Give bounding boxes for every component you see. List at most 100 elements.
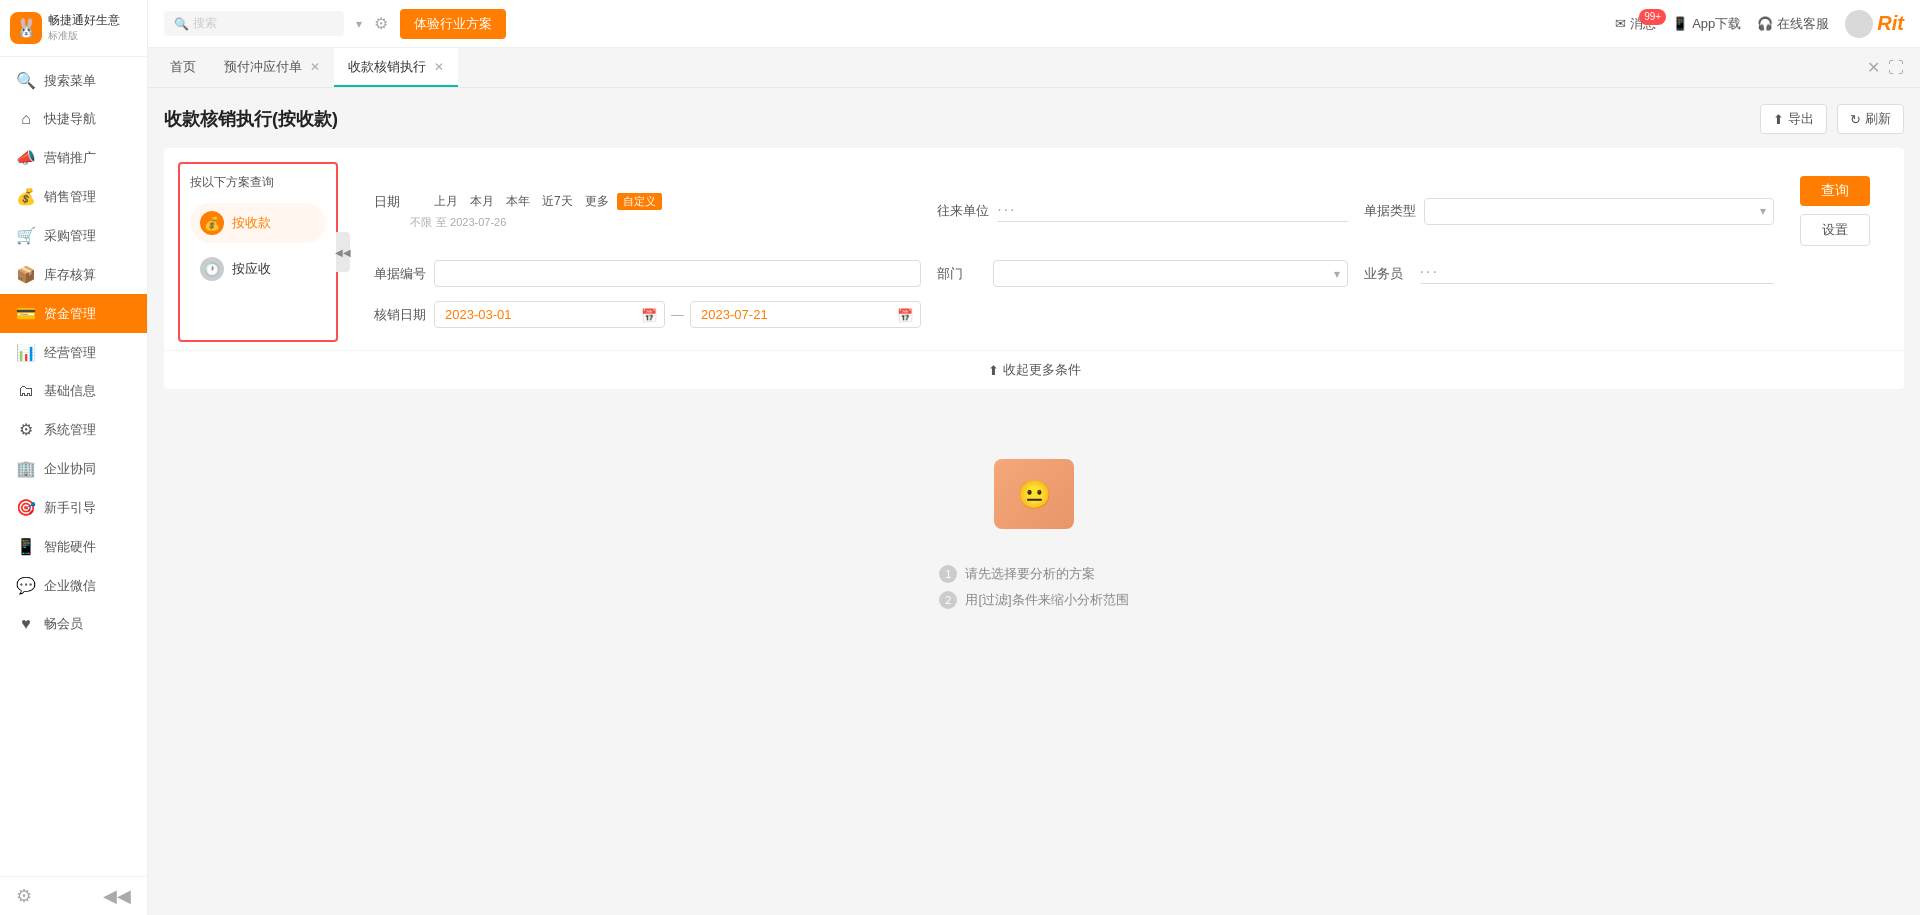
sidebar-item-vip[interactable]: ♥ 畅会员 — [0, 605, 147, 643]
date-7days[interactable]: 近7天 — [538, 192, 577, 211]
sidebar-item-search[interactable]: 🔍 搜索菜单 — [0, 61, 147, 100]
online-service-btn[interactable]: 🎧 在线客服 — [1757, 15, 1829, 33]
verify-start-wrap: 📅 — [434, 301, 665, 328]
sidebar-item-finance[interactable]: 💳 资金管理 — [0, 294, 147, 333]
collapse-more-label: 收起更多条件 — [1003, 361, 1081, 379]
header-search[interactable]: 🔍 搜索 — [164, 11, 344, 36]
tab-label: 预付冲应付单 — [224, 58, 302, 76]
sidebar-item-ops[interactable]: 📊 经营管理 — [0, 333, 147, 372]
search-placeholder: 搜索 — [193, 15, 217, 32]
message-icon: ✉ — [1615, 16, 1626, 31]
sidebar-menu: 🔍 搜索菜单 ⌂ 快捷导航 📣 营销推广 💰 销售管理 🛒 采购管理 📦 库存核… — [0, 57, 147, 876]
dept-select[interactable] — [993, 260, 1347, 287]
empty-box: 😐 — [994, 459, 1074, 529]
expand-tab-icon[interactable]: ⛶ — [1888, 59, 1904, 77]
sidebar-item-basic[interactable]: 🗂 基础信息 — [0, 372, 147, 410]
hint-text-2: 用[过滤]条件来缩小分析范围 — [965, 591, 1128, 609]
date-limit-to: 至 2023-07-26 — [436, 215, 506, 230]
salesman-dots[interactable]: ··· — [1420, 263, 1439, 280]
collapse-sidebar-icon[interactable]: ◀◀ — [103, 885, 131, 907]
filter-row-1: 日期 上月 本月 本年 近7天 更多 自定义 — [374, 176, 1870, 246]
receipt-option-label: 按收款 — [232, 214, 271, 232]
sidebar-item-marketing[interactable]: 📣 营销推广 — [0, 138, 147, 177]
sidebar-item-label: 系统管理 — [44, 421, 96, 439]
filter-top: 按以下方案查询 💰 按收款 🕐 按应收 ◀◀ — [164, 148, 1904, 342]
date-more[interactable]: 更多 — [581, 192, 613, 211]
top-header: 🔍 搜索 ▾ ⚙ 体验行业方案 ✉ 消息 99+ 📱 App下载 🎧 在线客服 … — [148, 0, 1920, 48]
sidebar-item-purchase[interactable]: 🛒 采购管理 — [0, 216, 147, 255]
message-btn[interactable]: ✉ 消息 99+ — [1615, 15, 1656, 33]
setting-button[interactable]: 设置 — [1800, 214, 1870, 246]
export-button[interactable]: ⬆ 导出 — [1760, 104, 1827, 134]
logo-badge: 标准版 — [48, 29, 120, 43]
app-download-btn[interactable]: 📱 App下载 — [1672, 15, 1741, 33]
verify-date-label: 核销日期 — [374, 306, 426, 324]
sidebar-item-inventory[interactable]: 📦 库存核算 — [0, 255, 147, 294]
date-this-year[interactable]: 本年 — [502, 192, 534, 211]
date-custom[interactable]: 自定义 — [617, 193, 662, 210]
user-info[interactable]: Rit — [1845, 10, 1904, 38]
filter-left-panel: 按以下方案查询 💰 按收款 🕐 按应收 ◀◀ — [178, 162, 338, 342]
tab-label: 收款核销执行 — [348, 58, 426, 76]
settings-bottom-icon[interactable]: ⚙ — [16, 885, 32, 907]
salesman-field: 业务员 ··· — [1364, 263, 1774, 284]
filter-row-2: 单据编号 部门 ▾ — [374, 260, 1870, 287]
hint-num-1: 1 — [939, 565, 957, 583]
sidebar-item-label: 搜索菜单 — [44, 72, 96, 90]
date-field: 日期 上月 本月 本年 近7天 更多 自定义 — [374, 192, 921, 230]
sidebar-logo: 🐰 畅捷通好生意 标准版 — [0, 0, 147, 57]
sidebar-item-label: 畅会员 — [44, 615, 83, 633]
avatar — [1845, 10, 1873, 38]
gear-icon: ⚙ — [16, 420, 36, 439]
phone-icon: 📱 — [16, 537, 36, 556]
tab-close-receipt[interactable]: ✕ — [434, 60, 444, 74]
date-this-month[interactable]: 本月 — [466, 192, 498, 211]
close-tab-icon[interactable]: ✕ — [1867, 58, 1880, 77]
sidebar-item-label: 资金管理 — [44, 305, 96, 323]
sidebar-item-sales[interactable]: 💰 销售管理 — [0, 177, 147, 216]
dept-field: 部门 ▾ — [937, 260, 1347, 287]
bill-type-select[interactable] — [1424, 198, 1774, 225]
sidebar-item-guide[interactable]: 🎯 新手引导 — [0, 488, 147, 527]
tab-actions: ✕ ⛶ — [1867, 58, 1912, 77]
collapse-panel-btn[interactable]: ◀◀ — [336, 232, 350, 272]
sidebar-item-corp[interactable]: 🏢 企业协同 — [0, 449, 147, 488]
verify-date-end[interactable] — [690, 301, 921, 328]
tab-receipt[interactable]: 收款核销执行 ✕ — [334, 48, 458, 87]
refresh-button[interactable]: ↻ 刷新 — [1837, 104, 1904, 134]
chat-icon: 💬 — [16, 576, 36, 595]
date-label: 日期 — [374, 193, 422, 211]
tab-home[interactable]: 首页 — [156, 48, 210, 87]
filter-option-by-receipt[interactable]: 💰 按收款 — [190, 203, 326, 243]
app-icon: 📱 — [1672, 16, 1688, 31]
service-label: 在线客服 — [1777, 15, 1829, 33]
sidebar-item-label: 销售管理 — [44, 188, 96, 206]
collapse-chevron-icon: ⬆ — [988, 363, 999, 378]
receipt-option-icon: 💰 — [200, 211, 224, 235]
empty-face-icon: 😐 — [1017, 478, 1052, 511]
sidebar-item-wechat[interactable]: 💬 企业微信 — [0, 566, 147, 605]
filter-option-by-receivable[interactable]: 🕐 按应收 — [190, 249, 326, 289]
cart-icon: 🛒 — [16, 226, 36, 245]
chevron-down-icon[interactable]: ▾ — [356, 17, 362, 31]
partner-label: 往来单位 — [937, 202, 989, 220]
sidebar-item-nav[interactable]: ⌂ 快捷导航 — [0, 100, 147, 138]
collapse-more-btn[interactable]: ⬆ 收起更多条件 — [988, 361, 1081, 379]
tab-close-prepay[interactable]: ✕ — [310, 60, 320, 74]
partner-dots[interactable]: ··· — [997, 201, 1016, 218]
query-button[interactable]: 查询 — [1800, 176, 1870, 206]
action-buttons: 查询 设置 — [1790, 176, 1870, 246]
industry-btn[interactable]: 体验行业方案 — [400, 9, 506, 39]
gear-settings-icon[interactable]: ⚙ — [374, 14, 388, 33]
filter-row-3: 核销日期 📅 — 📅 — [374, 301, 1870, 328]
date-limit: 不限 — [410, 215, 432, 230]
verify-date-start[interactable] — [434, 301, 665, 328]
refresh-label: 刷新 — [1865, 110, 1891, 128]
sidebar-item-system[interactable]: ⚙ 系统管理 — [0, 410, 147, 449]
header-right: ✉ 消息 99+ 📱 App下载 🎧 在线客服 Rit — [1615, 10, 1904, 38]
date-last-month[interactable]: 上月 — [430, 192, 462, 211]
export-icon: ⬆ — [1773, 112, 1784, 127]
sidebar-item-hardware[interactable]: 📱 智能硬件 — [0, 527, 147, 566]
bill-no-input[interactable] — [434, 260, 921, 287]
tab-prepay[interactable]: 预付冲应付单 ✕ — [210, 48, 334, 87]
